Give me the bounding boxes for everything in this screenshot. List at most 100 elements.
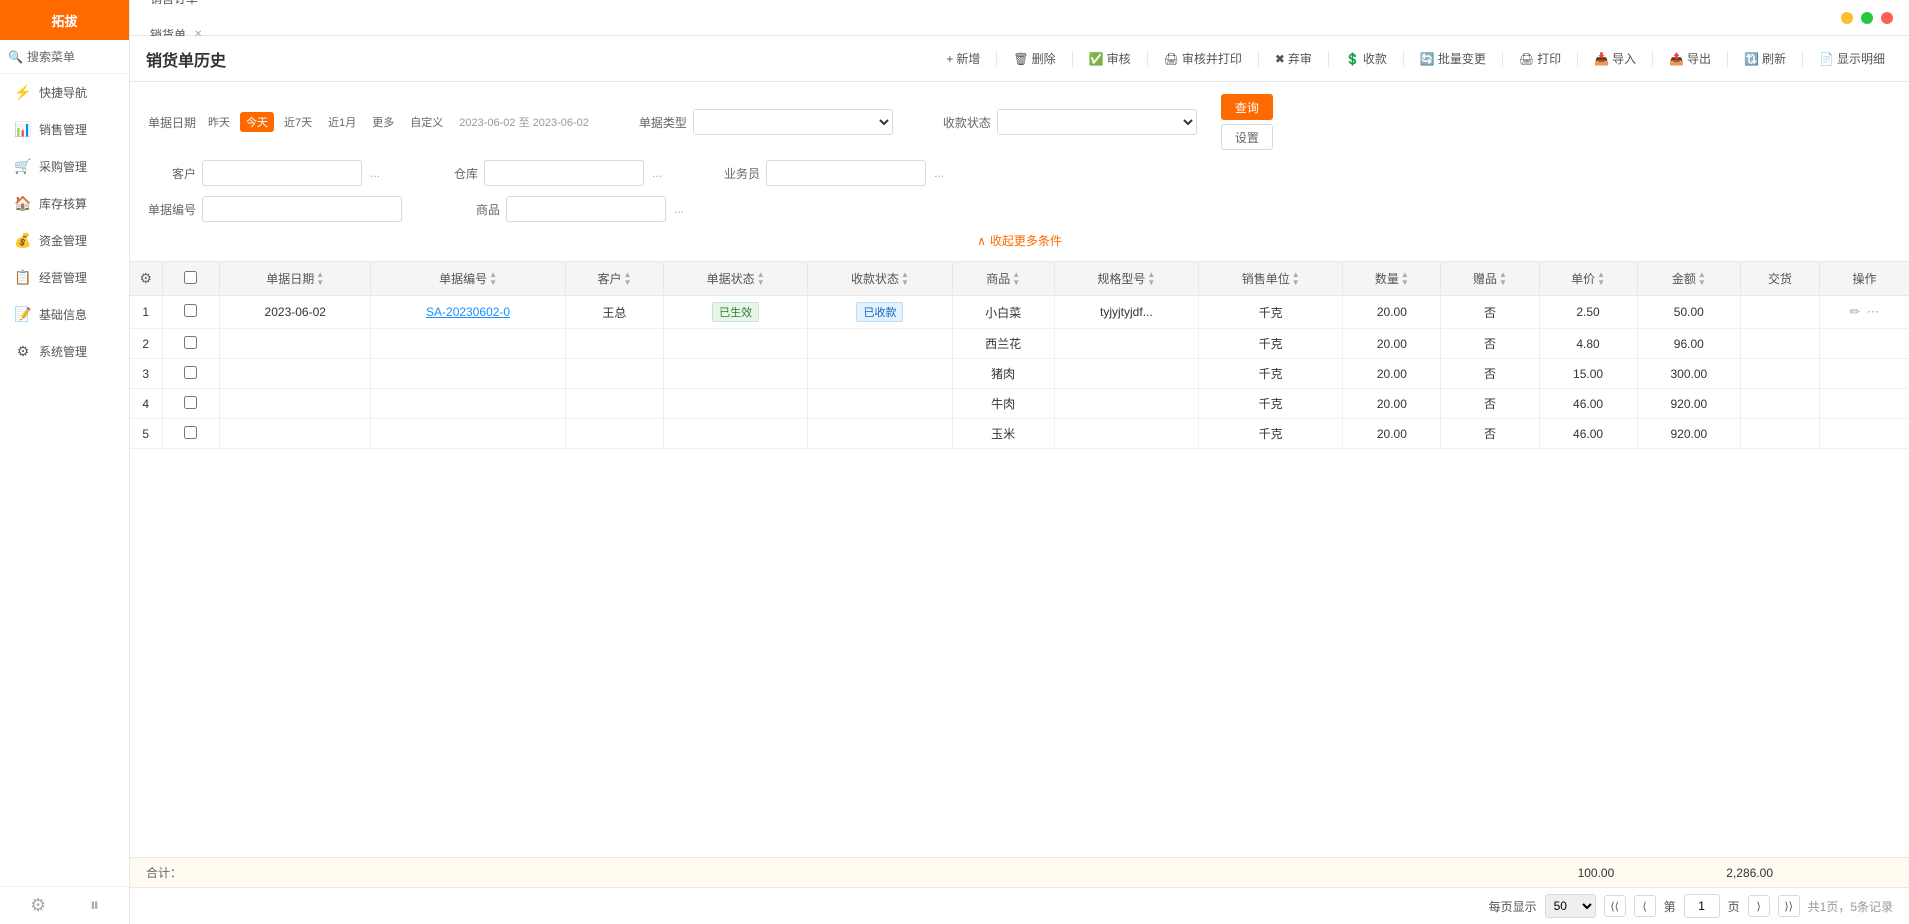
prev-page-button[interactable]: ⟨ xyxy=(1634,895,1656,917)
col-header-amount[interactable]: 金额▲▼ xyxy=(1637,262,1740,296)
tab-sales-order[interactable]: 销售订单✕ xyxy=(138,0,238,18)
sort-qty[interactable]: 数量▲▼ xyxy=(1375,270,1409,287)
col-header-spec[interactable]: 规格型号▲▼ xyxy=(1054,262,1198,296)
goods-dots[interactable]: ... xyxy=(674,202,684,216)
export-button[interactable]: 📤导出 xyxy=(1661,46,1719,71)
sort-doc_no[interactable]: 单据编号▲▼ xyxy=(439,270,497,287)
tab-close-sales-order[interactable]: ✕ xyxy=(206,0,214,4)
staff-input[interactable] xyxy=(766,160,926,186)
sidebar-item-inventory[interactable]: 🏠库存核算 xyxy=(0,185,129,222)
batch-change-button[interactable]: 🔄批量变更 xyxy=(1412,46,1494,71)
sidebar-item-system[interactable]: ⚙系统管理 xyxy=(0,333,129,370)
minimize-button[interactable] xyxy=(1841,12,1853,24)
table-settings-icon[interactable]: ⚙ xyxy=(139,270,152,287)
sidebar-item-shortcut[interactable]: ⚡快捷导航 xyxy=(0,74,129,111)
sidebar-item-sales[interactable]: 📊销售管理 xyxy=(0,111,129,148)
sidebar-settings-icon[interactable]: ⚙ xyxy=(30,895,46,916)
payment-status-cell xyxy=(808,329,952,359)
customer-dots[interactable]: ... xyxy=(370,166,380,180)
import-button[interactable]: 📥导入 xyxy=(1586,46,1644,71)
sort-customer[interactable]: 客户▲▼ xyxy=(597,270,631,287)
import-icon: 📥 xyxy=(1594,52,1609,66)
summary-label: 合计： xyxy=(146,864,206,881)
col-header-gift[interactable]: 赠品▲▼ xyxy=(1441,262,1539,296)
warehouse-input[interactable] xyxy=(484,160,644,186)
date-quick-自定义[interactable]: 自定义 xyxy=(404,112,449,132)
row-checkbox[interactable] xyxy=(184,426,197,439)
row-checkbox[interactable] xyxy=(184,366,197,379)
date-quick-昨天[interactable]: 昨天 xyxy=(202,112,236,132)
settings-button[interactable]: 设置 xyxy=(1221,124,1273,150)
col-header-doc_no[interactable]: 单据编号▲▼ xyxy=(371,262,566,296)
sort-unit[interactable]: 销售单位▲▼ xyxy=(1242,270,1300,287)
warehouse-dots[interactable]: ... xyxy=(652,166,662,180)
new-button[interactable]: +新增 xyxy=(938,46,988,71)
sort-unit_price[interactable]: 单价▲▼ xyxy=(1571,270,1605,287)
staff-dots[interactable]: ... xyxy=(934,166,944,180)
checkbox-cell xyxy=(162,359,220,389)
print-button[interactable]: 🖨打印 xyxy=(1511,46,1569,71)
col-header-doc_date[interactable]: 单据日期▲▼ xyxy=(220,262,371,296)
sidebar-item-finance[interactable]: 💰资金管理 xyxy=(0,222,129,259)
doc-no-link[interactable]: SA-20230602-0 xyxy=(426,305,510,319)
refresh-button[interactable]: 🔃刷新 xyxy=(1736,46,1794,71)
doc-type-select[interactable] xyxy=(693,109,893,135)
amount-cell: 50.00 xyxy=(1637,296,1740,329)
collect-button[interactable]: 💲收款 xyxy=(1337,46,1395,71)
sort-spec[interactable]: 规格型号▲▼ xyxy=(1097,270,1155,287)
goods-input[interactable] xyxy=(506,196,666,222)
payment-status-select[interactable] xyxy=(997,109,1197,135)
sort-doc_date[interactable]: 单据日期▲▼ xyxy=(266,270,324,287)
close-button[interactable] xyxy=(1881,12,1893,24)
search-menu[interactable]: 🔍 搜索菜单 xyxy=(0,40,129,74)
row-checkbox[interactable] xyxy=(184,336,197,349)
sidebar-item-operations[interactable]: 📋经营管理 xyxy=(0,259,129,296)
col-header-customer[interactable]: 客户▲▼ xyxy=(565,262,663,296)
collapse-button[interactable]: ∧ 收起更多条件 xyxy=(146,232,1893,249)
first-page-button[interactable]: ⟨⟨ xyxy=(1604,895,1626,917)
amount-cell: 920.00 xyxy=(1637,389,1740,419)
last-page-button[interactable]: ⟩⟩ xyxy=(1778,895,1800,917)
date-quick-近7天[interactable]: 近7天 xyxy=(278,112,318,132)
sidebar-item-purchase[interactable]: 🛒采购管理 xyxy=(0,148,129,185)
doc-no-cell xyxy=(371,329,566,359)
date-quick-更多[interactable]: 更多 xyxy=(366,112,400,132)
col-header-payment_status[interactable]: 收款状态▲▼ xyxy=(808,262,952,296)
sidebar-collapse-icon[interactable]: ⏸ xyxy=(90,895,99,916)
print-icon: 🖨 xyxy=(1519,52,1534,66)
sidebar-item-info[interactable]: 📝基础信息 xyxy=(0,296,129,333)
row-num-cell: 1 xyxy=(130,296,162,329)
date-quick-今天[interactable]: 今天 xyxy=(240,112,274,132)
col-header-doc_status[interactable]: 单据状态▲▼ xyxy=(663,262,807,296)
sort-goods[interactable]: 商品▲▼ xyxy=(986,270,1020,287)
abandon-button[interactable]: ✖弃审 xyxy=(1267,46,1320,71)
unit-cell: 千克 xyxy=(1199,389,1343,419)
audit-print-button[interactable]: 🖨审核并打印 xyxy=(1156,46,1250,71)
delete-button[interactable]: 🗑删除 xyxy=(1005,46,1063,71)
row-checkbox[interactable] xyxy=(184,396,197,409)
next-page-button[interactable]: ⟩ xyxy=(1748,895,1770,917)
col-header-unit_price[interactable]: 单价▲▼ xyxy=(1539,262,1637,296)
col-header-goods[interactable]: 商品▲▼ xyxy=(952,262,1054,296)
sort-amount[interactable]: 金额▲▼ xyxy=(1672,270,1706,287)
doc-status-cell xyxy=(663,329,807,359)
customer-input[interactable] xyxy=(202,160,362,186)
select-all-checkbox[interactable] xyxy=(184,271,197,284)
sort-payment_status[interactable]: 收款状态▲▼ xyxy=(851,270,909,287)
sort-doc_status[interactable]: 单据状态▲▼ xyxy=(707,270,765,287)
maximize-button[interactable] xyxy=(1861,12,1873,24)
sort-gift[interactable]: 赠品▲▼ xyxy=(1473,270,1507,287)
query-button[interactable]: 查询 xyxy=(1221,94,1273,120)
audit-button[interactable]: ✅审核 xyxy=(1081,46,1139,71)
edit-icon[interactable]: ✏ xyxy=(1850,304,1861,320)
more-icon[interactable]: ⋯ xyxy=(1866,304,1879,320)
show-detail-button[interactable]: 📄显示明细 xyxy=(1811,46,1893,71)
total-info: 共1页，5条记录 xyxy=(1808,898,1893,915)
page-size-select[interactable]: 50 100 xyxy=(1545,894,1596,918)
page-number-input[interactable] xyxy=(1684,894,1720,918)
date-quick-近1月[interactable]: 近1月 xyxy=(322,112,362,132)
row-checkbox[interactable] xyxy=(184,304,197,317)
col-header-unit[interactable]: 销售单位▲▼ xyxy=(1199,262,1343,296)
col-header-qty[interactable]: 数量▲▼ xyxy=(1343,262,1441,296)
docno-input[interactable] xyxy=(202,196,402,222)
